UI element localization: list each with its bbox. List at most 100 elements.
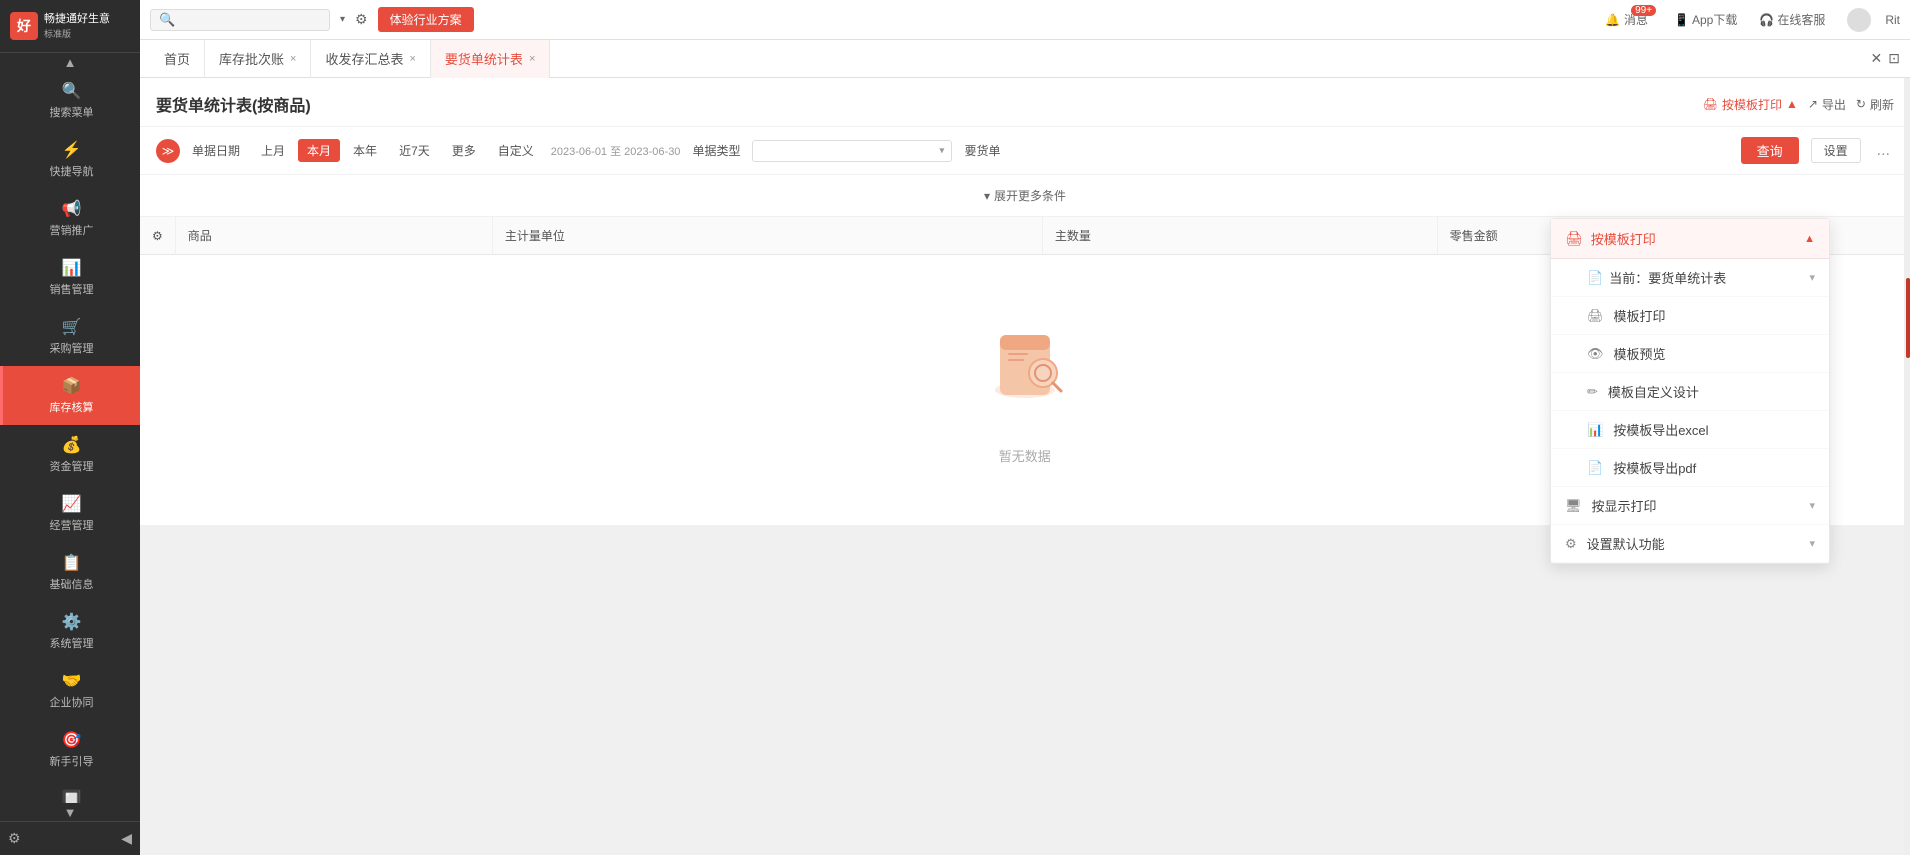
tab-stock-summary-close[interactable]: × xyxy=(409,53,415,65)
column-settings-icon[interactable]: ⚙ xyxy=(152,229,163,243)
query-btn[interactable]: 查询 xyxy=(1741,137,1799,164)
template-design-icon: ✏ xyxy=(1587,384,1598,400)
inventory-icon: 📦 xyxy=(62,376,82,396)
date-filter-group: 上月 本月 本年 近7天 更多 自定义 2023-06-01 至 2023-06… xyxy=(252,139,680,162)
topbar-gear-icon[interactable]: ⚙ xyxy=(355,11,368,28)
sidebar-item-basicinfo[interactable]: 📋 基础信息 xyxy=(0,543,140,602)
sidebar-item-inventory[interactable]: 📦 库存核算 xyxy=(0,366,140,425)
industry-btn[interactable]: 体验行业方案 xyxy=(378,7,474,32)
sidebar-toggle-btn[interactable]: ◀ xyxy=(121,830,132,847)
sidebar-settings-btn[interactable]: ⚙ xyxy=(8,830,21,847)
date-btn-thisyear[interactable]: 本年 xyxy=(344,139,386,162)
print-template-item[interactable]: 🖨 模板打印 xyxy=(1551,297,1829,335)
topbar-search-box[interactable]: 🔍 xyxy=(150,9,330,31)
print-template-btn[interactable]: 🖨 按模板打印 ▲ xyxy=(1703,96,1798,113)
date-btn-lastmonth[interactable]: 上月 xyxy=(252,139,294,162)
export-icon: ↗ xyxy=(1808,97,1818,111)
sidebar-item-purchase[interactable]: 🛒 采购管理 xyxy=(0,307,140,366)
print-export-excel-item[interactable]: 📊 按模板导出excel xyxy=(1551,411,1829,449)
tab-maximize-btn[interactable]: ⊡ xyxy=(1888,50,1900,67)
service-label: 在线客服 xyxy=(1777,11,1825,28)
print-dropdown: 🖨 按模板打印 ▲ 📄 当前：要货单统计表 ▾ 🖨 模板打印 xyxy=(1550,218,1830,564)
sidebar-item-finance[interactable]: 💰 资金管理 xyxy=(0,425,140,484)
more-actions-btn[interactable]: ... xyxy=(1873,142,1894,160)
app-download-btn[interactable]: 📱 App下载 xyxy=(1674,11,1737,28)
type-select[interactable] xyxy=(752,140,952,162)
sidebar-item-appcenter[interactable]: 🔲 应用中心 xyxy=(0,779,140,803)
tab-stock-summary[interactable]: 收发存汇总表 × xyxy=(311,40,430,78)
tab-home-label: 首页 xyxy=(164,49,190,68)
sidebar-item-label: 快捷导航 xyxy=(50,163,94,179)
sidebar-item-collab[interactable]: 🤝 企业协同 xyxy=(0,661,140,720)
expand-more-btn[interactable]: ▾ 展开更多条件 xyxy=(968,183,1082,208)
date-btn-7days[interactable]: 近7天 xyxy=(390,139,439,162)
sidebar-item-label: 基础信息 xyxy=(50,576,94,592)
th-quantity: 主数量 xyxy=(1042,217,1437,255)
notification-badge: 99+ xyxy=(1631,5,1656,16)
user-avatar[interactable] xyxy=(1847,8,1871,32)
pdf-icon: 📄 xyxy=(1587,460,1603,476)
scrollbar-thumb[interactable] xyxy=(1906,278,1910,358)
filters-row: ≫ 单据日期 上月 本月 本年 近7天 更多 自定义 2023-06-01 至 … xyxy=(140,127,1910,175)
sidebar-item-operations[interactable]: 📈 经营管理 xyxy=(0,484,140,543)
tab-inventory-batch-close[interactable]: × xyxy=(290,53,296,65)
sidebar-item-search[interactable]: 🔍 搜索菜单 xyxy=(0,71,140,130)
topbar-dropdown-chevron[interactable]: ▾ xyxy=(340,14,345,25)
date-btn-more[interactable]: 更多 xyxy=(443,139,485,162)
sidebar-item-label: 搜索菜单 xyxy=(50,104,94,120)
sidebar-item-label: 经营管理 xyxy=(50,517,94,533)
refresh-btn[interactable]: ↻ 刷新 xyxy=(1856,96,1894,113)
refresh-label: 刷新 xyxy=(1870,96,1894,113)
sidebar-scroll-up[interactable]: ▲ xyxy=(0,53,140,71)
username-label[interactable]: Rit xyxy=(1885,13,1900,27)
date-range-text: 2023-06-01 至 2023-06-30 xyxy=(551,143,681,159)
tab-close-all-btn[interactable]: ✕ xyxy=(1871,50,1883,67)
query-label: 查询 xyxy=(1757,141,1783,160)
sidebar-scroll-down[interactable]: ▼ xyxy=(0,803,140,821)
print-export-pdf-item[interactable]: 📄 按模板导出pdf xyxy=(1551,449,1829,487)
print-design-item[interactable]: ✏ 模板自定义设计 xyxy=(1551,373,1829,411)
app-label: App下载 xyxy=(1692,11,1737,28)
chevron-down-icon: ▾ xyxy=(984,189,990,203)
notification-btn[interactable]: 🔔 消息 99+ xyxy=(1605,11,1648,28)
excel-icon: 📊 xyxy=(1587,422,1603,438)
settings-btn[interactable]: 设置 xyxy=(1811,138,1861,163)
print-dropdown-title: 按模板打印 xyxy=(1591,229,1656,248)
th-product: 商品 xyxy=(175,217,492,255)
template-preview-label: 模板预览 xyxy=(1614,344,1666,363)
sidebar-item-system[interactable]: ⚙️ 系统管理 xyxy=(0,602,140,661)
date-btn-thismonth[interactable]: 本月 xyxy=(298,139,340,162)
sidebar-item-sales[interactable]: 📊 销售管理 xyxy=(0,248,140,307)
expand-more-row: ▾ 展开更多条件 xyxy=(140,175,1910,217)
sidebar-item-label: 企业协同 xyxy=(50,694,94,710)
sidebar-item-label: 营销推广 xyxy=(50,222,94,238)
sidebar-item-marketing[interactable]: 📢 营销推广 xyxy=(0,189,140,248)
th-settings: ⚙ xyxy=(140,217,175,255)
print-default-section[interactable]: ⚙ 设置默认功能 ▾ xyxy=(1551,525,1829,563)
page-actions: 🖨 按模板打印 ▲ ↗ 导出 ↻ 刷新 xyxy=(1703,96,1894,113)
type-filter-label: 单据类型 xyxy=(692,142,740,159)
search-input[interactable] xyxy=(179,13,309,27)
sidebar-item-quicknav[interactable]: ⚡ 快捷导航 xyxy=(0,130,140,189)
tab-inventory-batch[interactable]: 库存批次账 × xyxy=(205,40,311,78)
print-icon: 🖨 xyxy=(1703,97,1718,111)
online-service-btn[interactable]: 🎧 在线客服 xyxy=(1759,11,1825,28)
print-preview-item[interactable]: 👁 模板预览 xyxy=(1551,335,1829,373)
settings-label: 设置 xyxy=(1824,142,1848,159)
empty-illustration xyxy=(975,315,1075,434)
print-dropdown-header[interactable]: 🖨 按模板打印 ▲ xyxy=(1551,219,1829,259)
tab-home[interactable]: 首页 xyxy=(150,40,205,78)
default-setting-chevron: ▾ xyxy=(1809,537,1815,550)
tab-order-stats[interactable]: 要货单统计表 × xyxy=(431,40,550,78)
filter-expand-btn[interactable]: ≫ xyxy=(156,139,180,163)
print-dropdown-close-chevron[interactable]: ▲ xyxy=(1804,233,1815,245)
sidebar-item-guide[interactable]: 🎯 新手引导 xyxy=(0,720,140,779)
topbar: 🔍 ▾ ⚙ 体验行业方案 🔔 消息 99+ 📱 App下载 🎧 在线客服 Rit xyxy=(140,0,1910,40)
export-btn[interactable]: ↗ 导出 xyxy=(1808,96,1846,113)
sidebar: 好 畅捷通好生意 标准版 ▲ 🔍 搜索菜单 ⚡ 快捷导航 📢 营销推广 📊 xyxy=(0,0,140,855)
display-print-label: 按显示打印 xyxy=(1592,496,1657,515)
print-current-item[interactable]: 📄 当前：要货单统计表 ▾ xyxy=(1551,259,1829,297)
print-display-section[interactable]: 🖥 按显示打印 ▾ xyxy=(1551,487,1829,525)
tab-order-stats-close[interactable]: × xyxy=(529,53,535,65)
date-btn-custom[interactable]: 自定义 xyxy=(489,139,543,162)
